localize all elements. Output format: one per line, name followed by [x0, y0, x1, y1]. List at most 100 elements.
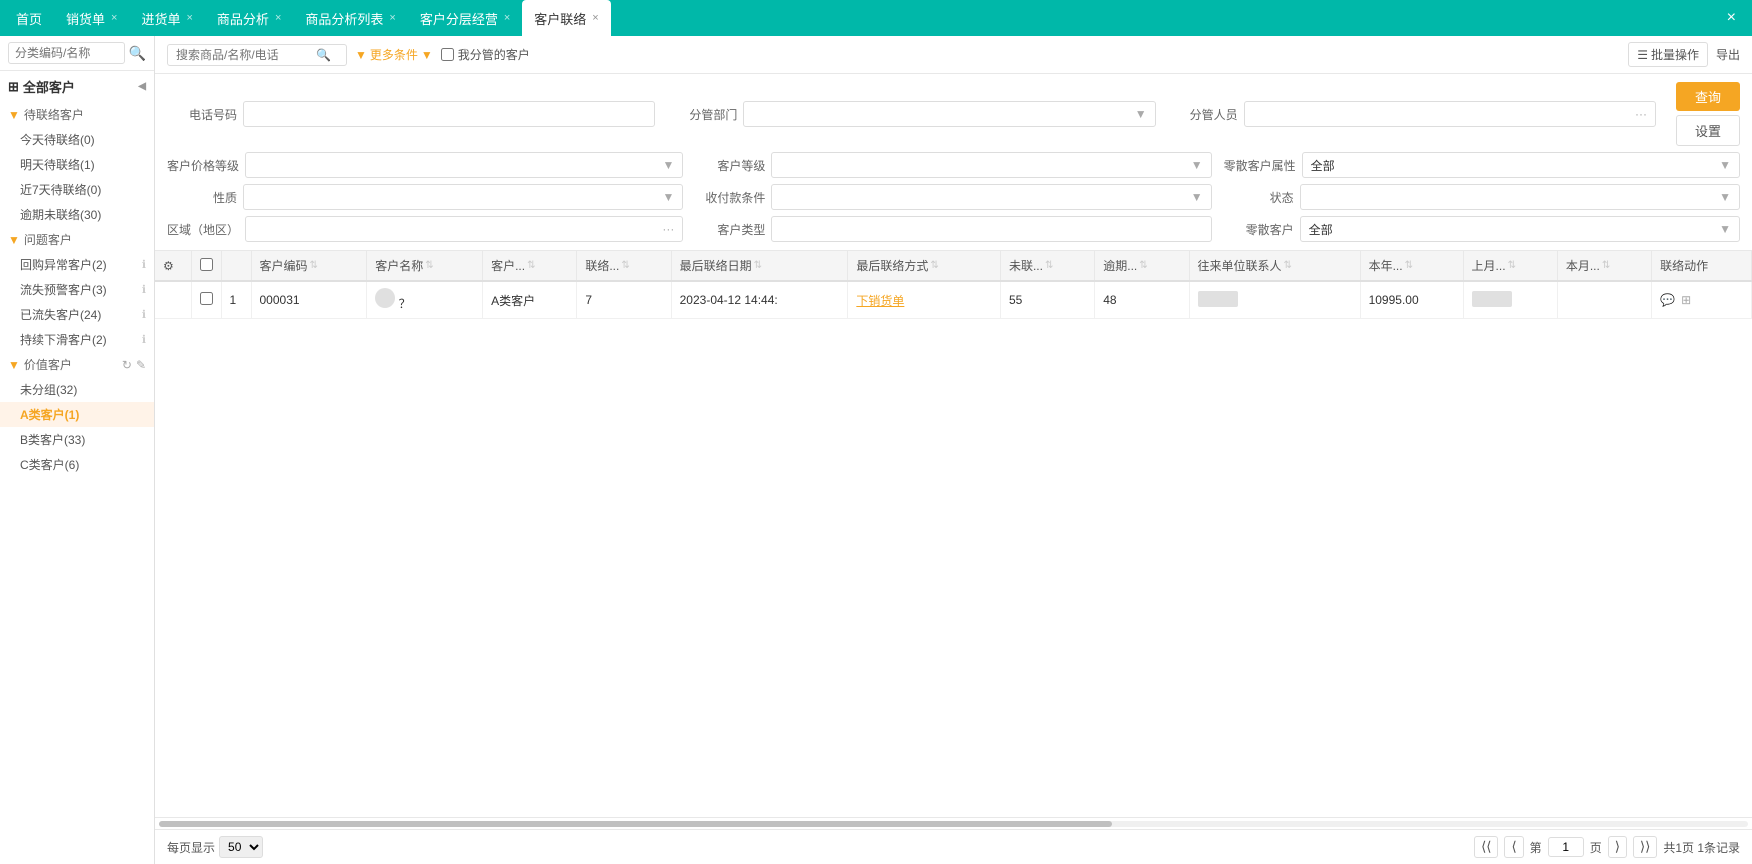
td-code: 000031 [251, 281, 367, 319]
th-name[interactable]: 客户名称 ⇅ [367, 251, 483, 281]
th-contact-count[interactable]: 联络... ⇅ [577, 251, 671, 281]
close-customer-segment[interactable]: × [504, 12, 510, 24]
chat-icon[interactable]: 💬 [1660, 293, 1675, 307]
sidebar-item-week-pending[interactable]: 近7天待联络(0) [0, 177, 154, 202]
th-settings[interactable]: ⚙ [155, 251, 191, 281]
close-purchase-order[interactable]: × [186, 12, 192, 24]
tab-customer-segment[interactable]: 客户分层经营 × [408, 0, 522, 36]
dept-select[interactable]: ▼ [743, 101, 1155, 127]
customer-level-select[interactable]: ▼ [771, 152, 1211, 178]
edit-icon[interactable]: ✎ [136, 358, 146, 372]
phone-input[interactable] [243, 101, 655, 127]
scroll-thumb[interactable] [159, 821, 1112, 827]
td-last-month [1463, 281, 1557, 319]
customer-type-input[interactable] [771, 216, 1211, 242]
tab-product-analysis-list[interactable]: 商品分析列表 × [293, 0, 407, 36]
filter-row-1: 电话号码 分管部门 ▼ 分管人员 ··· 查询 设置 [167, 82, 1740, 146]
th-last-month[interactable]: 上月... ⇅ [1463, 251, 1557, 281]
filter-field-status: 状态 ▼ [1224, 184, 1740, 210]
page-size-select[interactable]: 50 [219, 836, 263, 858]
sidebar-item-churned[interactable]: 已流失客户(24) ℹ [0, 302, 154, 327]
th-last-contact-method[interactable]: 最后联络方式 ⇅ [848, 251, 1001, 281]
sidebar-item-overdue-pending[interactable]: 逾期未联络(30) [0, 202, 154, 227]
th-year-amount[interactable]: 本年... ⇅ [1360, 251, 1463, 281]
td-customer-level: A类客户 [483, 281, 577, 319]
td-checkbox [191, 281, 221, 319]
person-input[interactable]: ··· [1244, 101, 1656, 127]
th-overdue[interactable]: 逾期... ⇅ [1095, 251, 1189, 281]
close-sales-order[interactable]: × [111, 12, 117, 24]
sidebar-item-class-c[interactable]: C类客户(6) [0, 452, 154, 477]
query-button[interactable]: 查询 [1676, 82, 1740, 111]
sidebar-item-today-pending[interactable]: 今天待联络(0) [0, 127, 154, 152]
sidebar-item-class-b[interactable]: B类客户(33) [0, 427, 154, 452]
sidebar-content: ⊞ 全部客户 ◀ ▼ 待联络客户 今天待联络(0) 明天待联络(1) 近7天待联… [0, 71, 154, 864]
retail-customer-select[interactable]: 全部 ▼ [1300, 216, 1740, 242]
sidebar-search-icon[interactable]: 🔍 [129, 45, 146, 62]
filter-field-payment: 收付款条件 ▼ [695, 184, 1211, 210]
th-uncontact[interactable]: 未联... ⇅ [1000, 251, 1094, 281]
sidebar-item-tomorrow-pending[interactable]: 明天待联络(1) [0, 152, 154, 177]
th-this-month[interactable]: 本月... ⇅ [1557, 251, 1651, 281]
close-product-analysis[interactable]: × [275, 12, 281, 24]
sidebar-item-class-a[interactable]: A类客户(1) [0, 402, 154, 427]
tab-purchase-order[interactable]: 进货单 × [129, 0, 204, 36]
value-section-title[interactable]: ▼ 价值客户 ↻ ✎ [0, 352, 154, 377]
my-customers-checkbox[interactable] [441, 48, 454, 61]
all-customers-header[interactable]: ⊞ 全部客户 ◀ [0, 71, 154, 102]
my-customers-checkbox-label[interactable]: 我分管的客户 [441, 46, 530, 63]
status-select[interactable]: ▼ [1300, 184, 1740, 210]
filter-field-region: 区域（地区） ··· [167, 216, 683, 242]
sidebar-item-abnormal-repurchase[interactable]: 回购异常客户(2) ℹ [0, 252, 154, 277]
export-button[interactable]: 导出 [1716, 46, 1740, 63]
row-checkbox[interactable] [200, 292, 213, 305]
th-customer-type[interactable]: 客户... ⇅ [483, 251, 577, 281]
nature-select[interactable]: ▼ [243, 184, 683, 210]
filter-search-icon[interactable]: 🔍 [316, 48, 331, 62]
sidebar-item-declining[interactable]: 持续下滑客户(2) ℹ [0, 327, 154, 352]
tab-sales-order[interactable]: 销货单 × [54, 0, 129, 36]
tab-product-analysis[interactable]: 商品分析 × [205, 0, 293, 36]
next-page-button[interactable]: ⟩ [1608, 836, 1627, 858]
page-number-input[interactable] [1548, 837, 1584, 857]
td-uncontact: 55 [1000, 281, 1094, 319]
th-unit-contact[interactable]: 往来单位联系人 ⇅ [1189, 251, 1360, 281]
retail-customer-arrow: ▼ [1719, 222, 1731, 236]
filter-more-conditions[interactable]: ▼ 更多条件 ▼ [355, 46, 433, 63]
price-level-select[interactable]: ▼ [245, 152, 683, 178]
sidebar-search-input[interactable] [8, 42, 125, 64]
prev-page-button[interactable]: ⟨ [1504, 836, 1523, 858]
select-all-checkbox[interactable] [200, 258, 213, 271]
filter-search-input[interactable] [176, 48, 316, 62]
qr-icon[interactable]: ⊞ [1681, 293, 1691, 307]
retail-attr-select[interactable]: 全部 ▼ [1302, 152, 1740, 178]
first-page-button[interactable]: ⟨⟨ [1474, 836, 1498, 858]
batch-action-button[interactable]: ☰ 批量操作 [1628, 42, 1708, 67]
region-input[interactable]: ··· [245, 216, 683, 242]
horizontal-scrollbar[interactable] [155, 817, 1752, 829]
table-row: 1 000031 ？ A类客户 7 2023-04-12 14:44: 下销货单… [155, 281, 1752, 319]
last-page-button[interactable]: ⟩⟩ [1633, 836, 1657, 858]
close-customer-contact[interactable]: × [592, 12, 598, 24]
tab-customer-contact[interactable]: 客户联络 × [522, 0, 610, 36]
filter-search-box[interactable]: 🔍 [167, 44, 347, 66]
refresh-icon[interactable]: ↻ [122, 358, 132, 372]
settings-icon[interactable]: ⚙ [163, 259, 174, 273]
th-last-contact-date[interactable]: 最后联络日期 ⇅ [671, 251, 848, 281]
th-actions: 联络动作 [1652, 251, 1752, 281]
close-product-analysis-list[interactable]: × [389, 12, 395, 24]
settings-button[interactable]: 设置 [1676, 115, 1740, 146]
filter-field-price-level: 客户价格等级 ▼ [167, 152, 683, 178]
td-year-amount: 10995.00 [1360, 281, 1463, 319]
payment-select[interactable]: ▼ [771, 184, 1211, 210]
sidebar-item-churn-warning[interactable]: 流失预警客户(3) ℹ [0, 277, 154, 302]
sidebar-search-area: 🔍 [0, 36, 154, 71]
sidebar-item-unclassified[interactable]: 未分组(32) [0, 377, 154, 402]
sort-icon-unit: ⇅ [1284, 260, 1292, 271]
window-close-button[interactable]: × [1715, 9, 1748, 27]
th-code[interactable]: 客户编码 ⇅ [251, 251, 367, 281]
pending-section-title[interactable]: ▼ 待联络客户 [0, 102, 154, 127]
problem-section-title[interactable]: ▼ 问题客户 [0, 227, 154, 252]
tab-home[interactable]: 首页 [4, 0, 54, 36]
td-last-contact-method[interactable]: 下销货单 [848, 281, 1001, 319]
